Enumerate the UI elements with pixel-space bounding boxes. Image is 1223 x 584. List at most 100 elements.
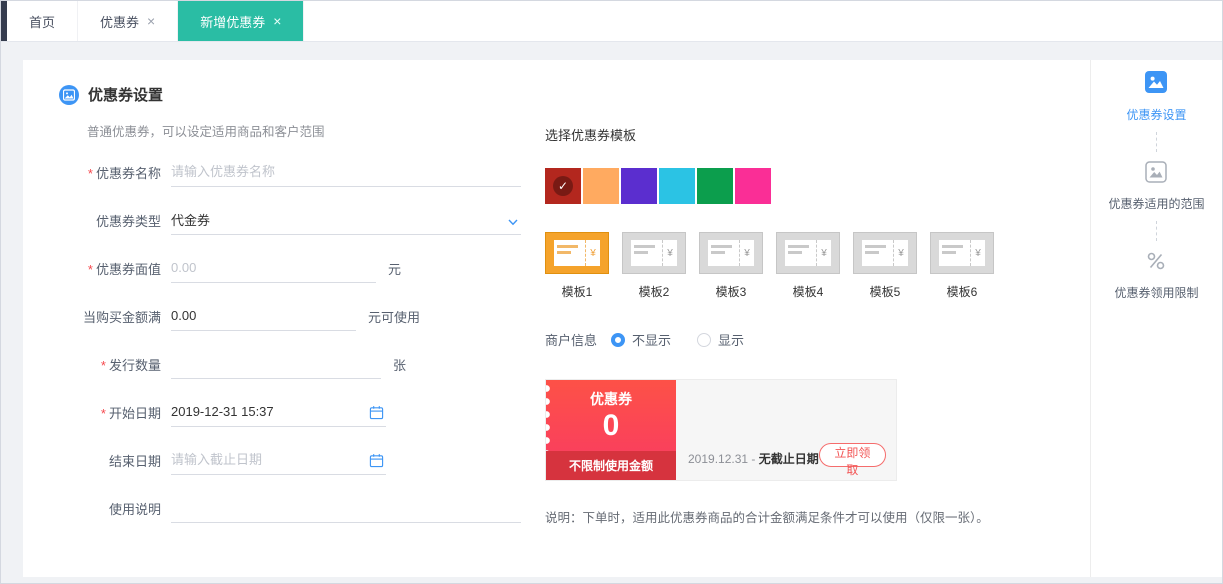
quantity-input[interactable]	[171, 356, 381, 371]
tab-coupons-label: 优惠券	[100, 14, 140, 30]
end-date-input[interactable]	[171, 452, 386, 467]
step-coupon-settings[interactable]: 优惠券设置	[1126, 70, 1187, 123]
color-swatch-green[interactable]	[697, 168, 733, 204]
preview-limit-text: 不限制使用金额	[546, 451, 676, 480]
check-icon: ✓	[553, 176, 573, 196]
template-4[interactable]: ¥ 模板4	[776, 232, 840, 300]
field-instructions: 使用说明	[59, 484, 545, 532]
ticket-icon: ¥	[930, 232, 994, 274]
field-end-date: 结束日期	[59, 436, 545, 484]
merchant-info-label: 商户信息	[545, 333, 598, 348]
ticket-icon: ¥	[622, 232, 686, 274]
panel-subtitle: 普通优惠券，可以设定适用商品和客户范围	[87, 125, 325, 139]
coupon-settings-panel: 优惠券设置 普通优惠券，可以设定适用商品和客户范围 * 优惠券名称 请输入优惠券…	[23, 60, 1222, 577]
field-coupon-name: * 优惠券名称	[59, 148, 545, 196]
required-marker: *	[87, 261, 93, 277]
workspace: 优惠券设置 普通优惠券，可以设定适用商品和客户范围 * 优惠券名称 请输入优惠券…	[1, 42, 1222, 583]
min-amount-input[interactable]	[171, 308, 356, 323]
instructions-label: 使用说明	[108, 501, 161, 517]
template-list: ¥ 模板1 ¥ 模板2 ¥ 模板3 ¥ 模板4 ¥ 模板5 ¥ 模板6	[545, 232, 1070, 300]
step-coupon-scope[interactable]: 优惠券适用的范围	[1108, 161, 1205, 212]
panel-title: 优惠券设置	[88, 87, 164, 104]
panel-main: 优惠券设置 普通优惠券，可以设定适用商品和客户范围 * 优惠券名称 请输入优惠券…	[23, 60, 1090, 577]
preview-amount: 0	[602, 409, 620, 442]
tabbar: 首页 优惠券 × 新增优惠券 ×	[1, 1, 1222, 42]
template-1[interactable]: ¥ 模板1	[545, 232, 609, 300]
ticket-icon: ¥	[776, 232, 840, 274]
tab-home-label: 首页	[29, 14, 56, 30]
coupon-image-icon	[59, 84, 79, 105]
close-icon[interactable]: ×	[147, 14, 155, 28]
field-start-date: * 开始日期	[59, 388, 545, 436]
ticket-icon: ¥	[853, 232, 917, 274]
color-swatches: ✓	[545, 168, 1070, 204]
calendar-icon[interactable]	[369, 405, 384, 420]
end-date-label: 结束日期	[108, 453, 161, 469]
panel-header: 优惠券设置	[59, 84, 1090, 105]
field-coupon-type: 优惠券类型 代金券	[59, 196, 545, 244]
coupon-type-label: 优惠券类型	[95, 213, 161, 229]
ticket-icon: ¥	[545, 232, 609, 274]
coupon-type-select[interactable]: 代金券	[171, 205, 521, 235]
field-min-amount: 当购买金额满 元可使用	[59, 292, 545, 340]
merchant-hide-radio[interactable]: 不显示	[611, 330, 671, 349]
merchant-show-radio[interactable]: 显示	[697, 330, 744, 349]
coupon-preview-card: 优惠券 0 不限制使用金额	[546, 380, 676, 480]
min-amount-label: 当购买金额满	[82, 309, 161, 325]
coupon-preview-info: 2019.12.31 - 无截止日期 立即领取	[676, 380, 896, 480]
template-3[interactable]: ¥ 模板3	[699, 232, 763, 300]
panel-columns: 普通优惠券，可以设定适用商品和客户范围 *优惠券名称 优惠券类型	[59, 111, 1090, 532]
preview-title: 优惠券	[590, 391, 632, 407]
template-section-title: 选择优惠券模板	[545, 128, 637, 143]
coupon-type-value: 代金券	[171, 213, 211, 228]
form-column: 普通优惠券，可以设定适用商品和客户范围 *优惠券名称 优惠券类型	[59, 111, 545, 532]
close-icon[interactable]: ×	[273, 14, 281, 28]
tab-coupons[interactable]: 优惠券 ×	[78, 1, 179, 41]
step-connector	[1156, 132, 1157, 152]
usage-note: 说明：下单时，适用此优惠券商品的合计金额满足条件才可以使用（仅限一张）。	[545, 511, 989, 525]
required-marker: *	[100, 405, 106, 421]
template-2[interactable]: ¥ 模板2	[622, 232, 686, 300]
face-value-input[interactable]	[171, 260, 376, 275]
calendar-icon[interactable]	[369, 453, 384, 468]
coupon-name-label: * 优惠券名称	[87, 165, 161, 181]
percent-ticket-icon	[1145, 250, 1167, 277]
screen: 首页 优惠券 × 新增优惠券 × 优惠券设置 普通优惠券，可以设定适用商品和客户…	[0, 0, 1223, 584]
quantity-suffix: 张	[393, 357, 407, 373]
min-amount-suffix: 元可使用	[368, 309, 421, 325]
step-connector	[1156, 221, 1157, 241]
ticket-icon: ¥	[699, 232, 763, 274]
field-quantity: * 发行数量 张	[59, 340, 545, 388]
template-column: 选择优惠券模板 ✓ ¥ 模板1 ¥ 模板2 ¥ 模板3 ¥ 模板4 ¥ 模板5 …	[545, 111, 1090, 532]
preview-date: 2019.12.31 - 无截止日期	[688, 452, 819, 466]
chevron-down-icon	[507, 216, 519, 228]
color-swatch-magenta[interactable]	[735, 168, 771, 204]
coupon-form: *优惠券名称 优惠券类型 代金券	[59, 148, 545, 532]
coupon-name-input[interactable]	[171, 164, 521, 179]
color-swatch-purple[interactable]	[621, 168, 657, 204]
start-date-input[interactable]	[171, 404, 386, 419]
template-5[interactable]: ¥ 模板5	[853, 232, 917, 300]
color-swatch-cyan[interactable]	[659, 168, 695, 204]
start-date-label: * 开始日期	[100, 405, 161, 421]
claim-now-button[interactable]: 立即领取	[818, 443, 886, 477]
tab-new-coupon-label: 新增优惠券	[200, 14, 266, 30]
color-swatch-dark-red[interactable]: ✓	[545, 168, 581, 204]
image-icon	[1144, 70, 1168, 99]
face-value-label: * 优惠券面值	[87, 261, 161, 277]
image-outline-icon	[1145, 161, 1168, 188]
quantity-label: * 发行数量	[100, 357, 161, 373]
merchant-info-row: 商户信息 不显示 显示	[545, 330, 1070, 349]
instructions-input[interactable]	[171, 500, 521, 515]
tab-home[interactable]: 首页	[7, 1, 79, 41]
required-marker: *	[100, 357, 106, 373]
color-swatch-orange[interactable]	[583, 168, 619, 204]
field-face-value: *优惠券面值 元	[59, 244, 545, 292]
face-value-suffix: 元	[388, 261, 402, 277]
radio-dot-icon	[697, 332, 712, 347]
step-coupon-limit[interactable]: 优惠券领用限制	[1114, 250, 1199, 301]
steps-rail: 优惠券设置 优惠券适用的范围 优惠券领用限制	[1090, 60, 1222, 577]
template-6[interactable]: ¥ 模板6	[930, 232, 994, 300]
required-marker: *	[87, 165, 93, 181]
tab-new-coupon[interactable]: 新增优惠券 ×	[178, 1, 305, 41]
